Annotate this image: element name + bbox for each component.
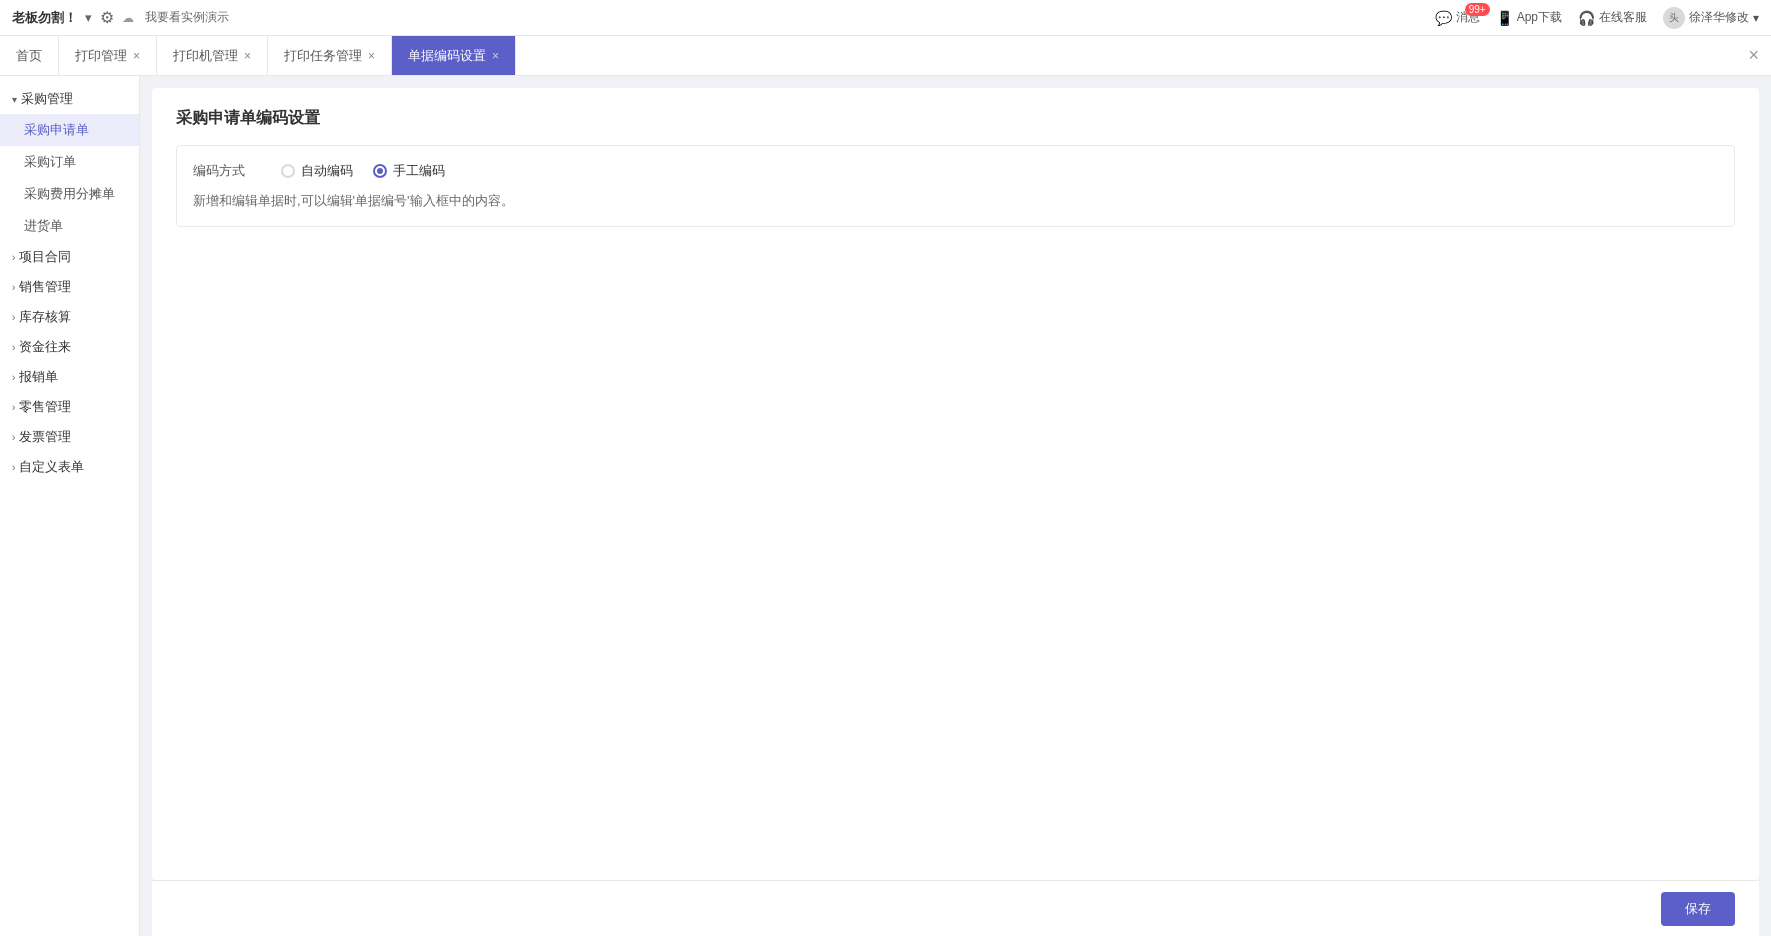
app-download-button[interactable]: App下载: [1496, 9, 1562, 26]
tab-barcode-setting[interactable]: 单据编码设置 ×: [392, 36, 516, 75]
tab-barcode-setting-label: 单据编码设置: [408, 47, 486, 65]
message-button[interactable]: 消息 99+: [1435, 9, 1480, 26]
tab-printer-mgmt-label: 打印机管理: [173, 47, 238, 65]
inventory-chevron-icon: ›: [12, 312, 15, 323]
sidebar-section-invoice[interactable]: › 发票管理: [0, 422, 139, 452]
radio-manual-code-circle: [373, 164, 387, 178]
hint-text: 新增和编辑单据时,可以编辑'单据编号'输入框中的内容。: [193, 192, 1718, 210]
online-service-button[interactable]: 在线客服: [1578, 9, 1647, 26]
radio-manual-code[interactable]: 手工编码: [373, 162, 445, 180]
settings-icon[interactable]: [100, 8, 114, 27]
sales-chevron-icon: ›: [12, 282, 15, 293]
avatar: 头: [1663, 7, 1685, 29]
user-menu-button[interactable]: 头 徐泽华修改 ▾: [1663, 7, 1759, 29]
user-dropdown-icon: ▾: [1753, 11, 1759, 25]
top-bar: 老板勿割！ ▾ 我要看实例演示 消息 99+ App下载 在线客服 头 徐泽华修…: [0, 0, 1771, 36]
sidebar-section-custom-form[interactable]: › 自定义表单: [0, 452, 139, 482]
content-footer: 保存: [152, 880, 1759, 936]
tab-printer-mgmt-close[interactable]: ×: [244, 49, 251, 63]
logo-dropdown-icon[interactable]: ▾: [85, 10, 92, 25]
tab-print-mgmt[interactable]: 打印管理 ×: [59, 36, 157, 75]
tab-print-mgmt-label: 打印管理: [75, 47, 127, 65]
page-title: 采购申请单编码设置: [176, 108, 1735, 129]
sidebar-section-purchase[interactable]: ▾ 采购管理: [0, 84, 139, 114]
tab-bar-close-all[interactable]: ×: [1736, 36, 1771, 75]
top-bar-left: 老板勿割！ ▾ 我要看实例演示: [12, 8, 229, 27]
app-icon: [1496, 10, 1513, 26]
tab-printer-mgmt[interactable]: 打印机管理 ×: [157, 36, 268, 75]
top-bar-right: 消息 99+ App下载 在线客服 头 徐泽华修改 ▾: [1435, 7, 1759, 29]
radio-auto-code[interactable]: 自动编码: [281, 162, 353, 180]
content-area: 采购申请单编码设置 编码方式 自动编码 手工编码: [140, 76, 1771, 936]
sidebar-section-return[interactable]: › 报销单: [0, 362, 139, 392]
content-inner: 采购申请单编码设置 编码方式 自动编码 手工编码: [152, 88, 1759, 880]
tab-print-task-mgmt[interactable]: 打印任务管理 ×: [268, 36, 392, 75]
tab-barcode-setting-close[interactable]: ×: [492, 49, 499, 63]
radio-auto-code-circle: [281, 164, 295, 178]
finance-chevron-icon: ›: [12, 342, 15, 353]
encode-row: 编码方式 自动编码 手工编码: [193, 162, 1718, 180]
service-icon: [1578, 10, 1595, 26]
sidebar-item-purchase-in[interactable]: 进货单: [0, 210, 139, 242]
project-contract-chevron-icon: ›: [12, 252, 15, 263]
tab-print-mgmt-close[interactable]: ×: [133, 49, 140, 63]
invoice-chevron-icon: ›: [12, 432, 15, 443]
tab-print-task-mgmt-label: 打印任务管理: [284, 47, 362, 65]
encode-form: 编码方式 自动编码 手工编码 新增和编辑单据时,可以编辑'单据编号'输入框中的内…: [176, 145, 1735, 227]
sidebar-section-purchase-label: 采购管理: [21, 90, 73, 108]
sidebar-item-purchase-order[interactable]: 采购订单: [0, 146, 139, 178]
main-layout: ▾ 采购管理 采购申请单 采购订单 采购费用分摊单 进货单 › 项目合同 › 销…: [0, 76, 1771, 936]
sidebar-section-inventory[interactable]: › 库存核算: [0, 302, 139, 332]
sidebar-section-retail[interactable]: › 零售管理: [0, 392, 139, 422]
sidebar-item-purchase-request[interactable]: 采购申请单: [0, 114, 139, 146]
tab-bar: 首页 打印管理 × 打印机管理 × 打印任务管理 × 单据编码设置 × ×: [0, 36, 1771, 76]
sidebar-item-purchase-expense[interactable]: 采购费用分摊单: [0, 178, 139, 210]
tab-home[interactable]: 首页: [0, 36, 59, 75]
custom-form-chevron-icon: ›: [12, 462, 15, 473]
demo-link[interactable]: 我要看实例演示: [122, 9, 229, 26]
radio-auto-code-label: 自动编码: [301, 162, 353, 180]
radio-group: 自动编码 手工编码: [281, 162, 445, 180]
purchase-chevron-icon: ▾: [12, 94, 17, 105]
encode-label: 编码方式: [193, 162, 257, 180]
radio-manual-code-label: 手工编码: [393, 162, 445, 180]
retail-chevron-icon: ›: [12, 402, 15, 413]
sidebar-section-finance[interactable]: › 资金往来: [0, 332, 139, 362]
save-button[interactable]: 保存: [1661, 892, 1735, 926]
tab-print-task-mgmt-close[interactable]: ×: [368, 49, 375, 63]
app-logo: 老板勿割！: [12, 9, 77, 27]
message-badge: 99+: [1465, 3, 1490, 16]
message-icon: [1435, 10, 1452, 26]
return-chevron-icon: ›: [12, 372, 15, 383]
sidebar-section-project-contract[interactable]: › 项目合同: [0, 242, 139, 272]
sidebar: ▾ 采购管理 采购申请单 采购订单 采购费用分摊单 进货单 › 项目合同 › 销…: [0, 76, 140, 936]
sidebar-section-sales[interactable]: › 销售管理: [0, 272, 139, 302]
tab-home-label: 首页: [16, 47, 42, 65]
